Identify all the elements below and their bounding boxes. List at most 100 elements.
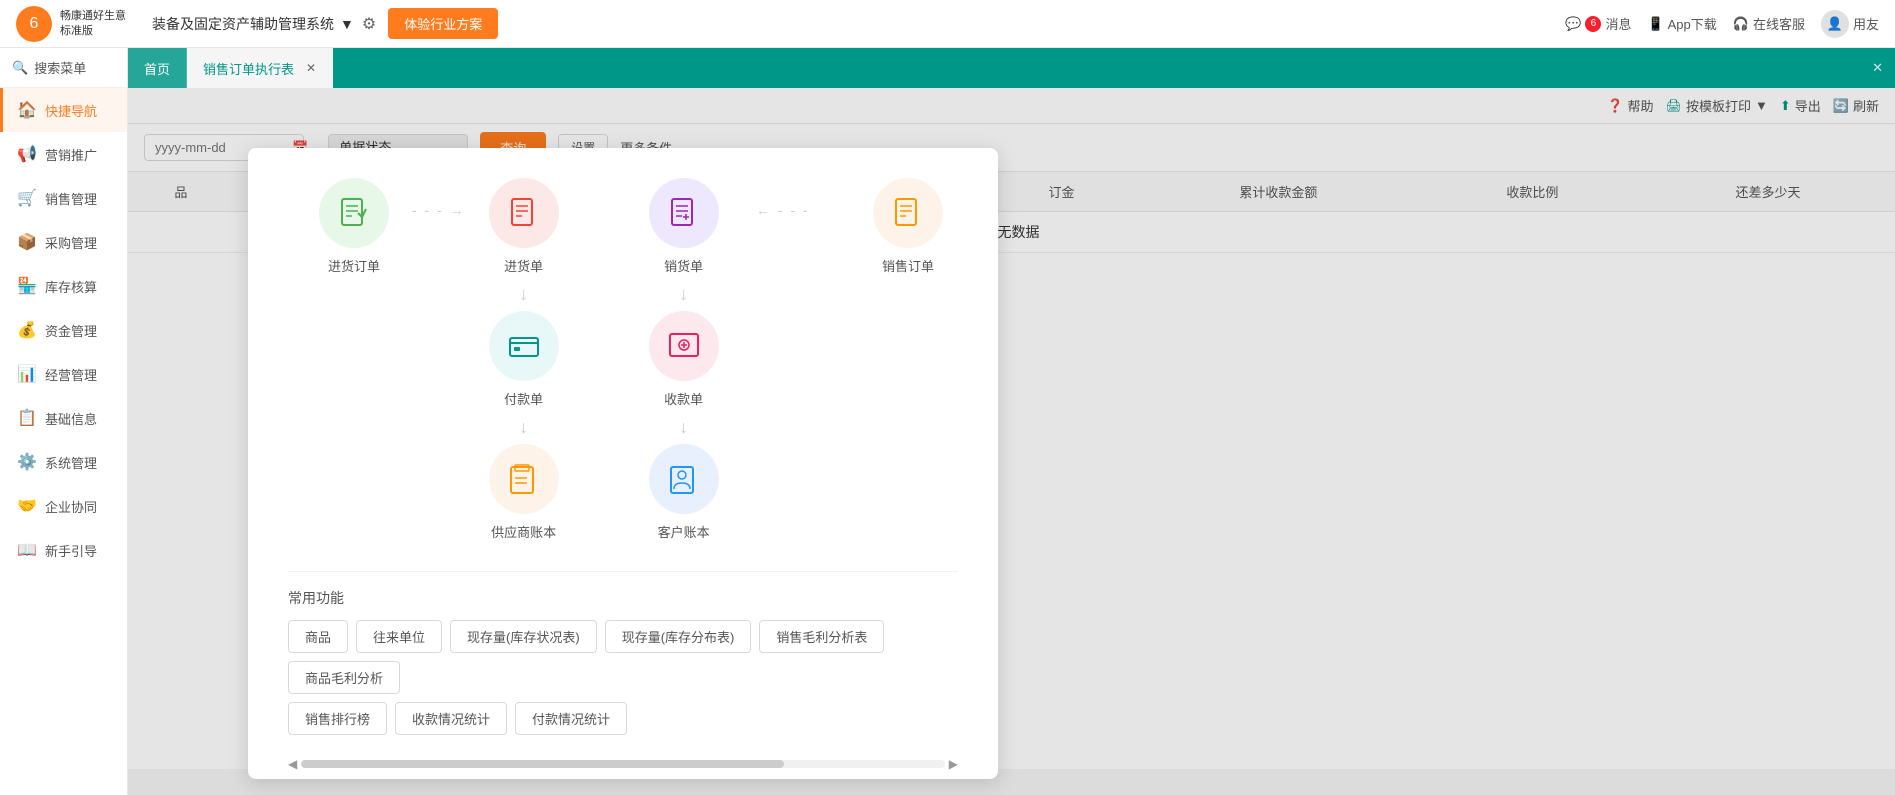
- sales-order-label: 销售订单: [882, 256, 934, 275]
- sidebar-item-label: 营销推广: [45, 145, 97, 164]
- flow-diagram: 进货订单 - - - →: [288, 178, 958, 541]
- purchase-icon: 📦: [17, 232, 37, 252]
- sidebar-item-quick-nav[interactable]: 🏠 快捷导航: [0, 88, 127, 132]
- sidebar-item-inventory[interactable]: 🏪 库存核算: [0, 264, 127, 308]
- func-btn-sales-rank[interactable]: 销售排行榜: [288, 702, 387, 735]
- sidebar-item-label: 新手引导: [45, 541, 97, 560]
- user-avatar: 👤: [1821, 10, 1849, 38]
- sales-bill-circle: [649, 178, 719, 248]
- scroll-right-icon[interactable]: ▶: [949, 757, 958, 771]
- home-icon: 🏠: [17, 100, 37, 120]
- sidebar-item-sys-mgmt[interactable]: ⚙️ 系统管理: [0, 440, 127, 484]
- payment-circle: [489, 311, 559, 381]
- headset-icon: 🎧: [1733, 16, 1749, 32]
- sidebar-item-finance[interactable]: 💰 资金管理: [0, 308, 127, 352]
- user-item[interactable]: 👤 用友: [1821, 10, 1879, 38]
- content-area: 首页 销售订单执行表 ✕ ✕ ❓ 帮助: [128, 48, 1895, 795]
- inventory-icon: 🏪: [17, 276, 37, 296]
- func-btn-receipt-stats[interactable]: 收款情况统计: [395, 702, 507, 735]
- tab-bar: 首页 销售订单执行表 ✕ ✕: [128, 48, 1895, 88]
- settings-icon[interactable]: ⚙: [362, 14, 376, 34]
- system-title-area: 装备及固定资产辅助管理系统 ▼: [152, 14, 354, 34]
- flow-node-supplier[interactable]: 供应商账本: [474, 444, 574, 541]
- brand-text: 畅康通好生意 标准版: [60, 9, 126, 38]
- arrow-down-3: ↓: [649, 281, 719, 307]
- flow-node-purchase-bill[interactable]: 进货单: [474, 178, 574, 275]
- flow-node-sales-bill[interactable]: 销货单: [634, 178, 734, 275]
- supplier-circle: [489, 444, 559, 514]
- supplier-label: 供应商账本: [491, 522, 556, 541]
- tab-home-label: 首页: [144, 59, 170, 78]
- func-btn-goods[interactable]: 商品: [288, 620, 348, 653]
- tab-spacer: [333, 48, 1860, 88]
- func-btn-stock-status[interactable]: 现存量(库存状况表): [450, 620, 597, 653]
- system-dropdown-arrow[interactable]: ▼: [340, 16, 354, 32]
- common-functions-title: 常用功能: [288, 588, 958, 608]
- flow-node-sales-order[interactable]: 销售订单: [858, 178, 958, 275]
- purchase-order-label: 进货订单: [328, 256, 380, 275]
- tab-sales-exec[interactable]: 销售订单执行表 ✕: [187, 48, 333, 88]
- search-menu-item[interactable]: 🔍 搜索菜单: [0, 48, 127, 88]
- func-btn-stock-dist[interactable]: 现存量(库存分布表): [605, 620, 752, 653]
- scroll-left-icon[interactable]: ◀: [288, 757, 297, 771]
- message-item[interactable]: 💬 6 消息: [1565, 14, 1631, 33]
- sidebar-item-marketing[interactable]: 📢 营销推广: [0, 132, 127, 176]
- purchase-bill-label: 进货单: [504, 256, 543, 275]
- sidebar-item-label: 销售管理: [45, 189, 97, 208]
- sidebar-item-newbie[interactable]: 📖 新手引导: [0, 528, 127, 572]
- online-service-item[interactable]: 🎧 在线客服: [1733, 14, 1805, 33]
- operations-icon: 📊: [17, 364, 37, 384]
- modal-scrollbar[interactable]: [301, 760, 945, 768]
- receipt-label: 收款单: [664, 389, 703, 408]
- arrow-1: - - - →: [404, 202, 474, 218]
- system-title-text: 装备及固定资产辅助管理系统: [152, 14, 334, 34]
- flow-col-4: ← - - - 销售订单: [838, 178, 958, 275]
- finance-icon: 💰: [17, 320, 37, 340]
- func-btn-contacts[interactable]: 往来单位: [356, 620, 442, 653]
- sidebar-item-purchase[interactable]: 📦 采购管理: [0, 220, 127, 264]
- flow-col-2: 进货单 ↓ 付款单: [474, 178, 574, 541]
- sidebar-item-label: 企业协同: [45, 497, 97, 516]
- customer-label: 客户账本: [658, 522, 710, 541]
- func-btn-goods-margin[interactable]: 商品毛利分析: [288, 661, 400, 694]
- sidebar-item-operations[interactable]: 📊 经营管理: [0, 352, 127, 396]
- message-badge: 6: [1585, 16, 1601, 32]
- sidebar-item-label: 资金管理: [45, 321, 97, 340]
- sidebar-item-label: 系统管理: [45, 453, 97, 472]
- newbie-icon: 📖: [17, 540, 37, 560]
- arrow-down-1: ↓: [489, 281, 559, 307]
- sidebar-item-enterprise[interactable]: 🤝 企业协同: [0, 484, 127, 528]
- sidebar-item-label: 采购管理: [45, 233, 97, 252]
- user-label: 用友: [1853, 14, 1879, 33]
- app-download-item[interactable]: 📱 App下载: [1647, 14, 1716, 33]
- marketing-icon: 📢: [17, 144, 37, 164]
- sales-icon: 🛒: [17, 188, 37, 208]
- flow-node-purchase-order[interactable]: 进货订单: [304, 178, 404, 275]
- flow-node-payment[interactable]: 付款单: [474, 311, 574, 408]
- message-label: 消息: [1605, 14, 1631, 33]
- func-btn-sales-margin[interactable]: 销售毛利分析表: [759, 620, 884, 653]
- top-right-area: 💬 6 消息 📱 App下载 🎧 在线客服 👤 用友: [1565, 10, 1879, 38]
- tab-close-icon[interactable]: ✕: [306, 61, 316, 75]
- page-content: ❓ 帮助 🖨 按模板打印 ▼ ⬆ 导出 🔄: [128, 88, 1895, 795]
- tab-close-all[interactable]: ✕: [1860, 48, 1895, 88]
- sidebar: 🔍 搜索菜单 🏠 快捷导航 📢 营销推广 🛒 销售管理 📦: [0, 48, 128, 795]
- func-buttons-row1: 商品 往来单位 现存量(库存状况表) 现存量(库存分布表) 销售毛利分析表 商品…: [288, 620, 958, 694]
- func-btn-payment-stats[interactable]: 付款情况统计: [515, 702, 627, 735]
- flow-node-customer[interactable]: 客户账本: [634, 444, 734, 541]
- flow-modal: 进货订单 - - - →: [248, 148, 998, 779]
- sidebar-item-base-info[interactable]: 📋 基础信息: [0, 396, 127, 440]
- arrow-sales-order: ← - - -: [748, 202, 818, 218]
- tab-home[interactable]: 首页: [128, 48, 187, 88]
- sidebar-item-label: 库存核算: [45, 277, 97, 296]
- sidebar-item-sales[interactable]: 🛒 销售管理: [0, 176, 127, 220]
- sidebar-nav: 🏠 快捷导航 📢 营销推广 🛒 销售管理 📦 采购管理 🏪 库存核: [0, 88, 127, 795]
- sidebar-item-label: 快捷导航: [45, 101, 97, 120]
- flow-node-receipt[interactable]: 收款单: [634, 311, 734, 408]
- purchase-bill-circle: [489, 178, 559, 248]
- search-icon: 🔍: [12, 60, 28, 76]
- trial-button[interactable]: 体验行业方案: [388, 8, 498, 39]
- app-download-label: App下载: [1668, 14, 1717, 33]
- sysmgmt-icon: ⚙️: [17, 452, 37, 472]
- func-buttons-row2: 销售排行榜 收款情况统计 付款情况统计: [288, 702, 958, 735]
